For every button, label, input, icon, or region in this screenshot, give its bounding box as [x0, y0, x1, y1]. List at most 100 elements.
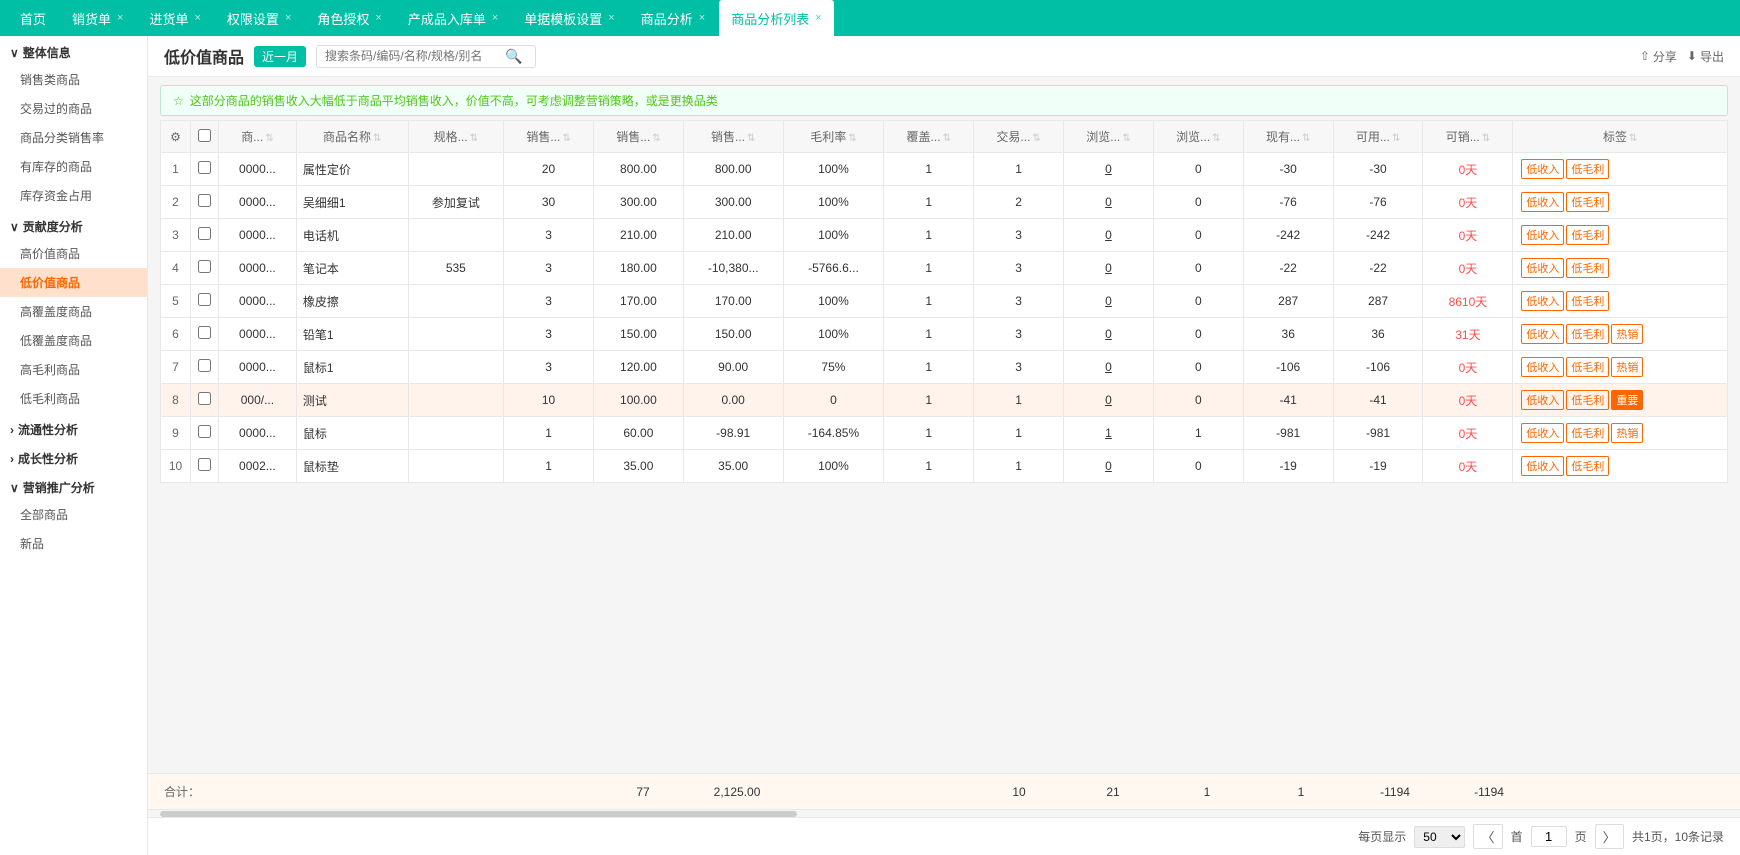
row-checkbox[interactable]	[198, 260, 211, 273]
pv1-link[interactable]: 0	[1105, 261, 1112, 275]
tag-col-header[interactable]: 标签⇅	[1513, 121, 1728, 153]
close-icon[interactable]: ×	[117, 12, 123, 24]
row-checkbox[interactable]	[198, 227, 211, 240]
row-checkbox[interactable]	[198, 326, 211, 339]
nav-product-analysis[interactable]: 商品分析 ×	[629, 0, 717, 36]
settings-col-header[interactable]: ⚙	[161, 121, 191, 153]
spec-col-header[interactable]: 规格...⇅	[408, 121, 504, 153]
row-sales-amount: 120.00	[593, 351, 683, 384]
sales-cost-col-header[interactable]: 销售...⇅	[683, 121, 783, 153]
sidebar-item-low-profit[interactable]: 低毛利商品	[0, 384, 147, 413]
nav-product-analysis-list[interactable]: 商品分析列表 ×	[719, 0, 833, 36]
row-sales-amount: 180.00	[593, 252, 683, 285]
row-pv1[interactable]: 0	[1064, 318, 1154, 351]
sidebar-item-stocked-products[interactable]: 有库存的商品	[0, 152, 147, 181]
sidebar-item-traded-products[interactable]: 交易过的商品	[0, 94, 147, 123]
sales-amount-col-header[interactable]: 销售...⇅	[593, 121, 683, 153]
sidebar-section-contribution[interactable]: ∨ 贡献度分析	[0, 210, 147, 239]
sidebar-item-sales-products[interactable]: 销售类商品	[0, 65, 147, 94]
sidebar-section-marketing[interactable]: ∨ 营销推广分析	[0, 471, 147, 500]
available-col-header[interactable]: 可用...⇅	[1333, 121, 1423, 153]
code-col-header[interactable]: 商...⇅	[219, 121, 297, 153]
row-gross-rate: -5766.6...	[783, 252, 884, 285]
sidebar-item-stock-capital[interactable]: 库存资金占用	[0, 181, 147, 210]
next-page-button[interactable]: 〉	[1595, 824, 1624, 849]
horizontal-scrollbar[interactable]	[148, 809, 1740, 817]
sellable-col-header[interactable]: 可销...⇅	[1423, 121, 1513, 153]
period-button[interactable]: 近一月	[254, 46, 306, 67]
row-code: 0000...	[219, 351, 297, 384]
name-col-header[interactable]: 商品名称⇅	[296, 121, 408, 153]
pv1-link[interactable]: 1	[1105, 426, 1112, 440]
row-pv1[interactable]: 0	[1064, 450, 1154, 483]
nav-permission-settings[interactable]: 权限设置 ×	[215, 0, 303, 36]
pv1-link[interactable]: 0	[1105, 195, 1112, 209]
nav-role-auth[interactable]: 角色授权 ×	[305, 0, 393, 36]
sidebar-item-high-profit[interactable]: 高毛利商品	[0, 355, 147, 384]
pv1-link[interactable]: 0	[1105, 228, 1112, 242]
pv1-link[interactable]: 0	[1105, 162, 1112, 176]
row-checkbox[interactable]	[198, 194, 211, 207]
sidebar-item-category-rate[interactable]: 商品分类销售率	[0, 123, 147, 152]
sidebar-item-low-value[interactable]: 低价值商品	[0, 268, 147, 297]
first-page-button[interactable]: 〈	[1473, 824, 1502, 849]
search-input[interactable]	[325, 49, 505, 63]
nav-bill-template[interactable]: 单据模板设置 ×	[512, 0, 626, 36]
row-pv1[interactable]: 1	[1064, 417, 1154, 450]
sales-qty-col-header[interactable]: 销售...⇅	[504, 121, 594, 153]
pv1-link[interactable]: 0	[1105, 294, 1112, 308]
close-icon[interactable]: ×	[194, 12, 200, 24]
sidebar-section-circulation[interactable]: › 流通性分析	[0, 413, 147, 442]
row-pv1[interactable]: 0	[1064, 351, 1154, 384]
row-checkbox[interactable]	[198, 293, 211, 306]
sidebar-item-new-products[interactable]: 新品	[0, 529, 147, 558]
nav-purchase-order[interactable]: 进货单 ×	[137, 0, 212, 36]
nav-home[interactable]: 首页	[8, 0, 58, 36]
row-pv1[interactable]: 0	[1064, 384, 1154, 417]
close-icon[interactable]: ×	[608, 12, 614, 24]
row-checkbox[interactable]	[198, 161, 211, 174]
row-checkbox[interactable]	[198, 425, 211, 438]
close-icon[interactable]: ×	[815, 12, 821, 24]
pv1-link[interactable]: 0	[1105, 459, 1112, 473]
coverage-col-header[interactable]: 覆盖...⇅	[884, 121, 974, 153]
row-code: 0002...	[219, 450, 297, 483]
nav-product-stock[interactable]: 产成品入库单 ×	[396, 0, 510, 36]
pv1-col-header[interactable]: 浏览...⇅	[1064, 121, 1154, 153]
export-button[interactable]: ⬇ 导出	[1687, 48, 1724, 65]
sidebar-section-growth[interactable]: › 成长性分析	[0, 442, 147, 471]
row-gross-rate: 100%	[783, 219, 884, 252]
sidebar-item-all-products[interactable]: 全部商品	[0, 500, 147, 529]
sidebar-item-high-coverage[interactable]: 高覆盖度商品	[0, 297, 147, 326]
pv1-link[interactable]: 0	[1105, 360, 1112, 374]
row-checkbox[interactable]	[198, 458, 211, 471]
pv1-link[interactable]: 0	[1105, 327, 1112, 341]
select-all-checkbox[interactable]	[198, 129, 211, 142]
close-icon[interactable]: ×	[492, 12, 498, 24]
row-checkbox[interactable]	[198, 392, 211, 405]
nav-sales-order[interactable]: 销货单 ×	[60, 0, 135, 36]
pv1-link[interactable]: 0	[1105, 393, 1112, 407]
gross-rate-col-header[interactable]: 毛利率⇅	[783, 121, 884, 153]
per-page-select[interactable]: 50 100 200	[1414, 826, 1465, 848]
row-pv1[interactable]: 0	[1064, 219, 1154, 252]
close-icon[interactable]: ×	[375, 12, 381, 24]
close-icon[interactable]: ×	[699, 12, 705, 24]
row-stock: -106	[1243, 351, 1333, 384]
row-pv1[interactable]: 0	[1064, 285, 1154, 318]
row-pv1[interactable]: 0	[1064, 186, 1154, 219]
close-icon[interactable]: ×	[285, 12, 291, 24]
transactions-col-header[interactable]: 交易...⇅	[974, 121, 1064, 153]
page-input[interactable]	[1531, 826, 1567, 847]
pv2-col-header[interactable]: 浏览...⇅	[1153, 121, 1243, 153]
sidebar-item-high-value[interactable]: 高价值商品	[0, 239, 147, 268]
row-number: 2	[161, 186, 191, 219]
row-checkbox[interactable]	[198, 359, 211, 372]
share-button[interactable]: ⇧ 分享	[1640, 48, 1677, 65]
search-icon[interactable]: 🔍	[505, 48, 522, 65]
row-pv1[interactable]: 0	[1064, 153, 1154, 186]
sidebar-item-low-coverage[interactable]: 低覆盖度商品	[0, 326, 147, 355]
row-pv1[interactable]: 0	[1064, 252, 1154, 285]
stock-col-header[interactable]: 现有...⇅	[1243, 121, 1333, 153]
sidebar-section-overall[interactable]: ∨ 整体信息	[0, 36, 147, 65]
